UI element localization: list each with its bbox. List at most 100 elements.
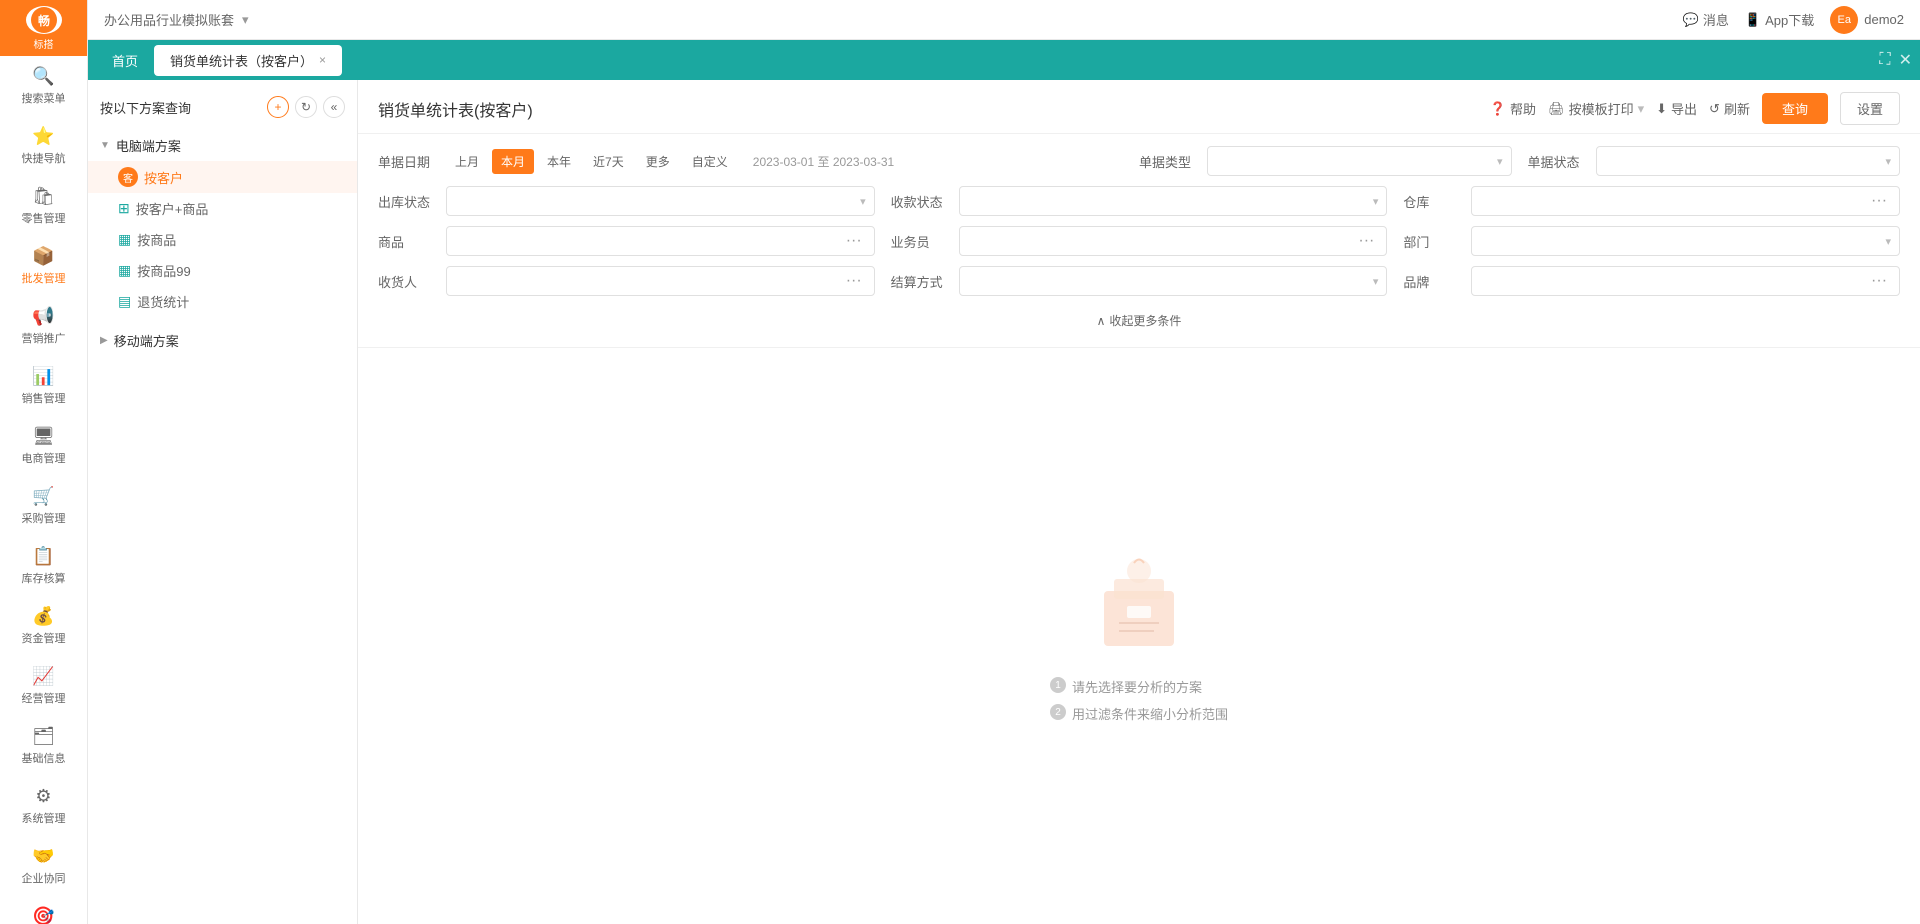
sidebar-item-inventory[interactable]: 📋 库存核算	[0, 536, 87, 596]
export-button[interactable]: ⬇ 导出	[1656, 99, 1697, 118]
sidebar: 畅 标搭 🔍 搜索菜单 ⭐ 快捷导航 🛍 零售管理 📦 批发管理 📢 营销推广 …	[0, 0, 88, 924]
messages-button[interactable]: 💬 消息	[1683, 10, 1729, 29]
dropdown-arrow-icon[interactable]: ▾	[242, 12, 249, 28]
user-profile-button[interactable]: Ea demo2	[1830, 6, 1904, 34]
sidebar-item-newbie[interactable]: 🎯 新手引导	[0, 896, 87, 924]
sidebar-item-wholesale[interactable]: 📦 批发管理	[0, 236, 87, 296]
basic-icon: 🗂	[32, 726, 55, 747]
sidebar-item-ecommerce[interactable]: 🖥 电商管理	[0, 416, 87, 476]
settlement-select[interactable]: ▾	[959, 266, 1388, 296]
brand-select[interactable]: ···	[1471, 266, 1900, 296]
consignee-label: 收货人	[378, 272, 438, 291]
star-icon: ⭐	[32, 126, 54, 147]
salesman-label: 业务员	[891, 232, 951, 251]
left-panel: 按以下方案查询 + ↻ « ▼ 电脑端方案 客 按客户 ⊞ 按客	[88, 80, 358, 924]
refresh-button[interactable]: ↺ 刷新	[1709, 99, 1750, 118]
salesman-dots-icon[interactable]: ···	[1354, 232, 1378, 250]
tree-item-by-customer-goods[interactable]: ⊞ 按客户+商品	[88, 193, 357, 224]
sidebar-item-search[interactable]: 🔍 搜索菜单	[0, 56, 87, 116]
tree-toggle-collapsed-icon: ▶	[100, 335, 108, 346]
operation-icon: 📈	[32, 666, 54, 687]
filter-row-2: 出库状态 ▾ 收款状态 ▾ 仓库	[378, 186, 1900, 216]
sidebar-item-sales[interactable]: 📊 销售管理	[0, 356, 87, 416]
sidebar-item-finance[interactable]: 💰 资金管理	[0, 596, 87, 656]
receipt-status-select[interactable]: ▾	[959, 186, 1388, 216]
sidebar-item-retail[interactable]: 🛍 零售管理	[0, 176, 87, 236]
tree-item-return-stats[interactable]: ▤ 退货统计	[88, 286, 357, 317]
topbar: 办公用品行业模拟账套 ▾ 💬 消息 📱 App下载 Ea demo2	[88, 0, 1920, 40]
filter-dept: 部门 ▾	[1403, 226, 1900, 256]
settlement-label: 结算方式	[891, 272, 951, 291]
dots-icon[interactable]: ···	[1867, 192, 1891, 210]
top-title: 办公用品行业模拟账套	[104, 10, 234, 29]
goods-dots-icon[interactable]: ···	[842, 232, 866, 250]
tab-sales-stats[interactable]: 销货单统计表（按客户） ×	[154, 45, 342, 76]
app-download-button[interactable]: 📱 App下载	[1745, 10, 1814, 29]
date-last-month[interactable]: 上月	[446, 149, 488, 174]
refresh-scheme-button[interactable]: ↻	[295, 96, 317, 118]
date-last-7days[interactable]: 近7天	[584, 149, 633, 174]
mobile-scheme-group: ▶ 移动端方案	[88, 321, 357, 360]
dept-select[interactable]: ▾	[1471, 226, 1900, 256]
collapse-panel-button[interactable]: «	[323, 96, 345, 118]
doc-type-select[interactable]: ▾	[1207, 146, 1512, 176]
download-icon: 📱	[1745, 12, 1761, 28]
panel-actions: + ↻ «	[267, 96, 345, 118]
sidebar-item-marketing[interactable]: 📢 营销推广	[0, 296, 87, 356]
sidebar-item-cooperation[interactable]: 🤝 企业协同	[0, 836, 87, 896]
goods-select[interactable]: ···	[446, 226, 875, 256]
doc-type-label: 单据类型	[1139, 152, 1199, 171]
sidebar-item-basic[interactable]: 🗂 基础信息	[0, 716, 87, 776]
sidebar-item-purchase[interactable]: 🛒 采购管理	[0, 476, 87, 536]
retail-icon: 🛍	[32, 186, 55, 207]
query-button[interactable]: 查询	[1762, 93, 1828, 124]
collapse-label: 收起更多条件	[1109, 312, 1181, 329]
tab-close-window-icon[interactable]: ✕	[1899, 50, 1912, 70]
collapse-bar[interactable]: ∧ 收起更多条件	[378, 306, 1900, 335]
tree-item-by-customer[interactable]: 客 按客户	[88, 161, 357, 193]
mobile-group-header[interactable]: ▶ 移动端方案	[88, 325, 357, 356]
date-custom[interactable]: 自定义	[683, 149, 737, 174]
tree-item-by-goods99[interactable]: ▦ 按商品99	[88, 255, 357, 286]
doc-status-select[interactable]: ▾	[1596, 146, 1901, 176]
chevron-down-icon: ▾	[1497, 155, 1503, 168]
date-this-year[interactable]: 本年	[538, 149, 580, 174]
tab-maximize-icon[interactable]: ⛶	[1879, 51, 1890, 69]
empty-tips: 1 请先选择要分析的方案 2 用过滤条件来缩小分析范围	[1050, 677, 1228, 731]
settings-button[interactable]: 设置	[1840, 92, 1900, 125]
salesman-select[interactable]: ···	[959, 226, 1388, 256]
table99-icon: ▦	[118, 262, 131, 279]
warehouse-select[interactable]: ···	[1471, 186, 1900, 216]
right-panel: 销货单统计表(按客户) ❓ 帮助 🖨 按模板打印 ▾ ⬇ 导出	[358, 80, 1920, 924]
tab-home[interactable]: 首页	[96, 45, 154, 76]
logo-icon: 畅	[26, 6, 62, 34]
tab-close-icon[interactable]: ×	[319, 53, 326, 67]
sidebar-item-operation[interactable]: 📈 经营管理	[0, 656, 87, 716]
sidebar-item-system[interactable]: ⚙ 系统管理	[0, 776, 87, 836]
page-header: 销货单统计表(按客户) ❓ 帮助 🖨 按模板打印 ▾ ⬇ 导出	[358, 80, 1920, 134]
desktop-group-header[interactable]: ▼ 电脑端方案	[88, 130, 357, 161]
content-area: 按以下方案查询 + ↻ « ▼ 电脑端方案 客 按客户 ⊞ 按客	[88, 80, 1920, 924]
avatar: Ea	[1830, 6, 1858, 34]
dept-label: 部门	[1403, 232, 1463, 251]
out-status-select[interactable]: ▾	[446, 186, 875, 216]
search-icon: 🔍	[32, 66, 54, 87]
brand-dots-icon[interactable]: ···	[1867, 272, 1891, 290]
chevron-down-icon2: ▾	[1885, 155, 1891, 168]
date-more[interactable]: 更多	[637, 149, 679, 174]
ecommerce-icon: 🖥	[32, 426, 55, 447]
filter-salesman: 业务员 ···	[891, 226, 1388, 256]
filter-row-4: 收货人 ··· 结算方式 ▾ 品牌	[378, 266, 1900, 296]
filter-area: 单据日期 上月 本月 本年 近7天 更多 自定义 2023-03-01 至 20…	[358, 134, 1920, 348]
chevron-down-icon6: ▾	[1373, 275, 1379, 288]
sidebar-item-shortcut[interactable]: ⭐ 快捷导航	[0, 116, 87, 176]
consignee-dots-icon[interactable]: ···	[842, 272, 866, 290]
consignee-select[interactable]: ···	[446, 266, 875, 296]
help-icon: ❓	[1490, 101, 1506, 117]
print-button[interactable]: 🖨 按模板打印 ▾	[1548, 99, 1644, 118]
refresh-icon: ↺	[1709, 101, 1720, 117]
help-button[interactable]: ❓ 帮助	[1490, 99, 1536, 118]
tree-item-by-goods[interactable]: ▦ 按商品	[88, 224, 357, 255]
add-scheme-button[interactable]: +	[267, 96, 289, 118]
date-this-month[interactable]: 本月	[492, 149, 534, 174]
